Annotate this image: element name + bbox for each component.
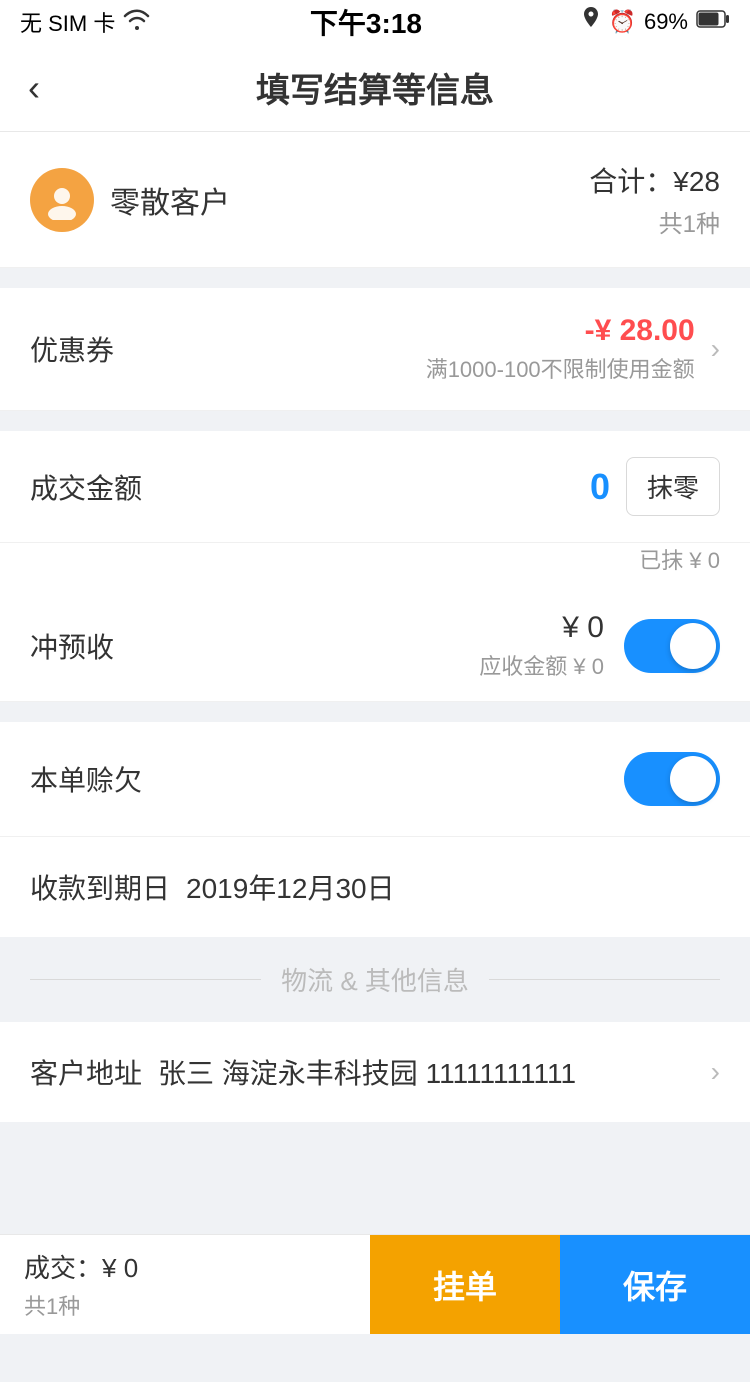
wifi-icon	[123, 8, 151, 36]
customer-section: 零散客户 合计：¥28 共1种	[0, 132, 750, 268]
prepayment-label: 冲预收	[30, 626, 114, 666]
battery-text: 69%	[644, 9, 688, 35]
divider-2	[0, 411, 750, 431]
customer-left: 零散客户	[30, 168, 230, 232]
time-display: 下午3:18	[310, 2, 422, 42]
customer-row: 零散客户 合计：¥28 共1种	[0, 132, 750, 268]
coupon-amount: -¥ 28.00	[426, 314, 695, 348]
footer-info: 成交：¥ 0 共1种	[0, 1235, 370, 1334]
footer-count: 共1种	[24, 1289, 346, 1321]
coupon-value-block: -¥ 28.00 满1000-100不限制使用金额	[426, 314, 695, 384]
page-title: 填写结算等信息	[256, 63, 494, 112]
divider-line-right	[489, 979, 720, 980]
coupon-label: 优惠券	[30, 329, 114, 369]
toggle-knob	[670, 623, 716, 669]
address-label: 客户地址	[30, 1052, 142, 1092]
carrier-text: 无 SIM 卡	[20, 6, 115, 38]
coupon-note: 满1000-100不限制使用金额	[426, 352, 695, 384]
footer: 成交：¥ 0 共1种 挂单 保存	[0, 1234, 750, 1334]
status-right: ⏰ 69%	[581, 7, 730, 37]
divider-line-left	[30, 979, 261, 980]
due-date-value: 2019年12月30日	[186, 867, 395, 907]
transaction-label: 成交金额	[30, 467, 142, 507]
divider-1	[0, 268, 750, 288]
location-icon	[581, 7, 601, 37]
coupon-row[interactable]: 优惠券 -¥ 28.00 满1000-100不限制使用金额 ›	[0, 288, 750, 411]
divider-3	[0, 702, 750, 722]
total-count: 共1种	[589, 204, 720, 239]
due-date-row: 收款到期日 2019年12月30日	[0, 837, 750, 937]
avatar	[30, 168, 94, 232]
prepayment-amount: ¥ 0	[479, 611, 604, 645]
debt-toggle-knob	[670, 756, 716, 802]
pending-button[interactable]: 挂单	[370, 1235, 560, 1334]
already-rounded-text: 已抹 ¥ 0	[0, 543, 750, 591]
address-row[interactable]: 客户地址 张三 海淀永丰科技园 11111111111 ›	[0, 1022, 750, 1122]
address-value: 张三 海淀永丰科技园 11111111111	[158, 1052, 699, 1092]
main-content: 零散客户 合计：¥28 共1种 优惠券 -¥ 28.00 满1000-100不限…	[0, 132, 750, 1382]
prepayment-receivable: 应收金额 ¥ 0	[479, 649, 604, 681]
transaction-right: 0 抹零	[590, 457, 720, 516]
total-amount: 合计：¥28	[589, 160, 720, 200]
status-left: 无 SIM 卡	[20, 6, 151, 38]
prepayment-right: ¥ 0 应收金额 ¥ 0	[479, 611, 720, 681]
save-button[interactable]: 保存	[560, 1235, 750, 1334]
due-date-label: 收款到期日	[30, 867, 170, 907]
debt-row: 本单赊欠	[0, 722, 750, 837]
debt-section: 本单赊欠 收款到期日 2019年12月30日	[0, 722, 750, 937]
alarm-icon: ⏰	[609, 9, 636, 35]
prepayment-value-block: ¥ 0 应收金额 ¥ 0	[479, 611, 604, 681]
address-section: 客户地址 张三 海淀永丰科技园 11111111111 ›	[0, 1022, 750, 1122]
logistics-divider: 物流 & 其他信息	[0, 937, 750, 1022]
coupon-chevron-icon: ›	[711, 333, 720, 365]
address-chevron-icon: ›	[711, 1056, 720, 1088]
customer-summary: 合计：¥28 共1种	[589, 160, 720, 239]
footer-deal-amount: 成交：¥ 0	[24, 1248, 346, 1285]
nav-bar: ‹ 填写结算等信息	[0, 44, 750, 132]
prepayment-toggle[interactable]	[624, 619, 720, 673]
transaction-amount-row: 成交金额 0 抹零	[0, 431, 750, 543]
status-bar: 无 SIM 卡 下午3:18 ⏰ 69%	[0, 0, 750, 44]
customer-name: 零散客户	[110, 178, 230, 222]
logistics-label: 物流 & 其他信息	[281, 961, 469, 998]
round-zero-button[interactable]: 抹零	[626, 457, 720, 516]
debt-toggle[interactable]	[624, 752, 720, 806]
battery-icon	[696, 9, 730, 35]
back-button[interactable]: ‹	[28, 67, 40, 109]
transaction-section: 成交金额 0 抹零 已抹 ¥ 0 冲预收 ¥ 0 应收金额 ¥ 0	[0, 431, 750, 702]
transaction-value: 0	[590, 466, 610, 508]
coupon-right: -¥ 28.00 满1000-100不限制使用金额 ›	[426, 314, 720, 384]
coupon-section: 优惠券 -¥ 28.00 满1000-100不限制使用金额 ›	[0, 288, 750, 411]
prepayment-row: 冲预收 ¥ 0 应收金额 ¥ 0	[0, 591, 750, 702]
debt-label: 本单赊欠	[30, 759, 142, 799]
